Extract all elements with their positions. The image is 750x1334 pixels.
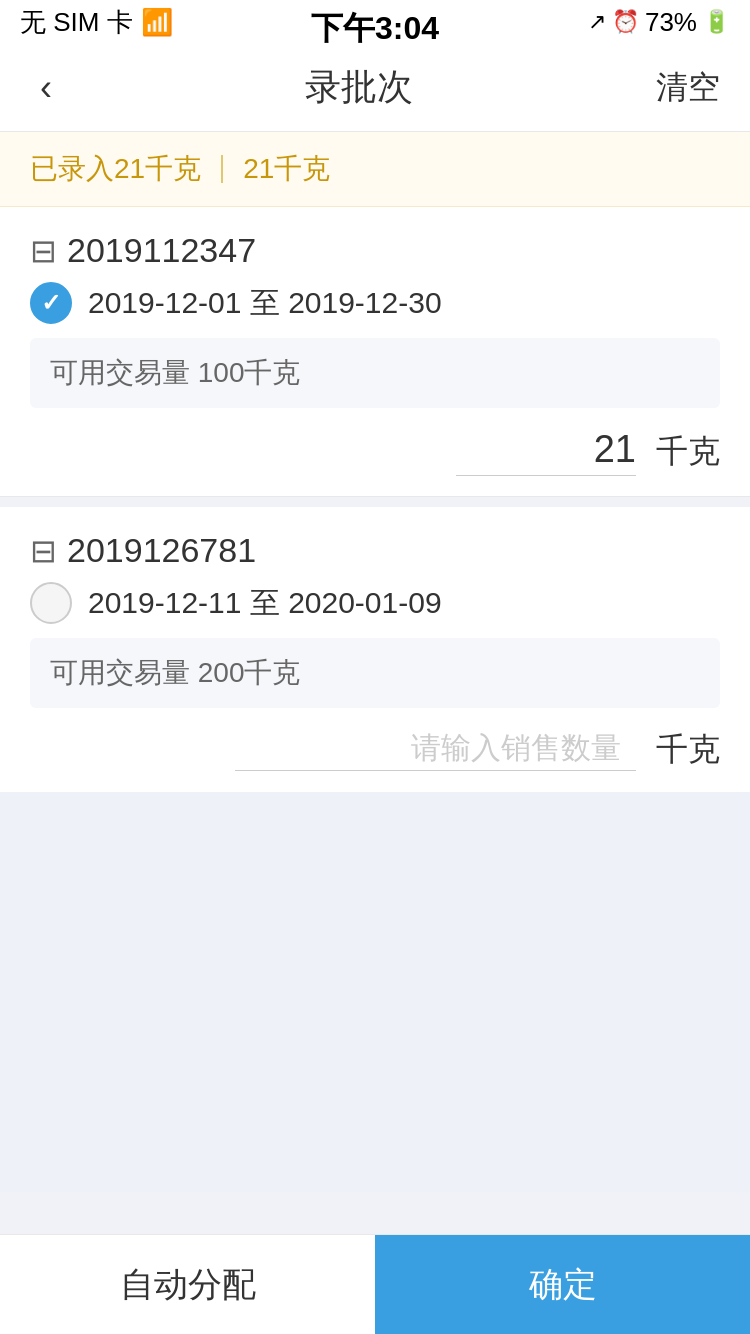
batch-id-2: 2019126781 — [67, 531, 256, 570]
battery-icon: 🔋 — [703, 9, 730, 35]
quantity-row-1: 21 千克 — [0, 408, 750, 497]
sim-label: 无 SIM 卡 — [20, 5, 133, 40]
batch-icon-2: ⊟ — [30, 532, 57, 570]
item-separator — [0, 497, 750, 507]
batch-date-row-1[interactable]: 2019-12-01 至 2019-12-30 — [30, 282, 720, 324]
auto-assign-button[interactable]: 自动分配 — [0, 1235, 375, 1334]
nav-bar: ‹ 录批次 清空 — [0, 44, 750, 132]
quantity-input-2[interactable] — [235, 729, 636, 771]
quantity-unit-2: 千克 — [656, 728, 720, 772]
empty-area — [0, 792, 750, 1192]
batch-header-2: ⊟ 2019126781 — [30, 531, 720, 570]
info-banner: 已录入21千克 21千克 — [0, 132, 750, 207]
status-left: 无 SIM 卡 📶 — [20, 5, 173, 40]
batch-item-1: ⊟ 2019112347 2019-12-01 至 2019-12-30 可用交… — [0, 207, 750, 408]
radio-2[interactable] — [30, 582, 72, 624]
radio-1[interactable] — [30, 282, 72, 324]
back-button[interactable]: ‹ — [30, 57, 62, 119]
batch-header-1: ⊟ 2019112347 — [30, 231, 720, 270]
battery-label: 73% — [645, 7, 697, 38]
quantity-unit-1: 千克 — [656, 430, 720, 474]
quantity-value-1: 21 — [594, 428, 636, 470]
info-divider — [221, 155, 223, 183]
status-right: ↗ ⏰ 73% 🔋 — [588, 7, 730, 38]
info-amount: 21千克 — [243, 150, 330, 188]
batch-date-1: 2019-12-01 至 2019-12-30 — [88, 283, 442, 324]
batch-icon-1: ⊟ — [30, 232, 57, 270]
batch-id-1: 2019112347 — [67, 231, 256, 270]
alarm-icon: ⏰ — [612, 9, 639, 35]
recorded-label: 已录入21千克 — [30, 150, 201, 188]
batch-date-2: 2019-12-11 至 2020-01-09 — [88, 583, 442, 624]
input-row-2: 千克 — [0, 708, 750, 792]
clear-button[interactable]: 清空 — [656, 66, 720, 110]
quantity-display: 21 — [456, 428, 636, 476]
batch-item-2: ⊟ 2019126781 2019-12-11 至 2020-01-09 可用交… — [0, 507, 750, 708]
batch-date-row-2[interactable]: 2019-12-11 至 2020-01-09 — [30, 582, 720, 624]
batch-available-1: 可用交易量 100千克 — [30, 338, 720, 408]
status-bar: 无 SIM 卡 📶 下午3:04 ↗ ⏰ 73% 🔋 — [0, 0, 750, 44]
status-time: 下午3:04 — [311, 7, 439, 51]
wifi-icon: 📶 — [141, 7, 173, 38]
confirm-button[interactable]: 确定 — [375, 1235, 750, 1334]
page-title: 录批次 — [305, 63, 413, 112]
batch-available-2: 可用交易量 200千克 — [30, 638, 720, 708]
bottom-bar: 自动分配 确定 — [0, 1234, 750, 1334]
location-icon: ↗ — [588, 9, 606, 35]
